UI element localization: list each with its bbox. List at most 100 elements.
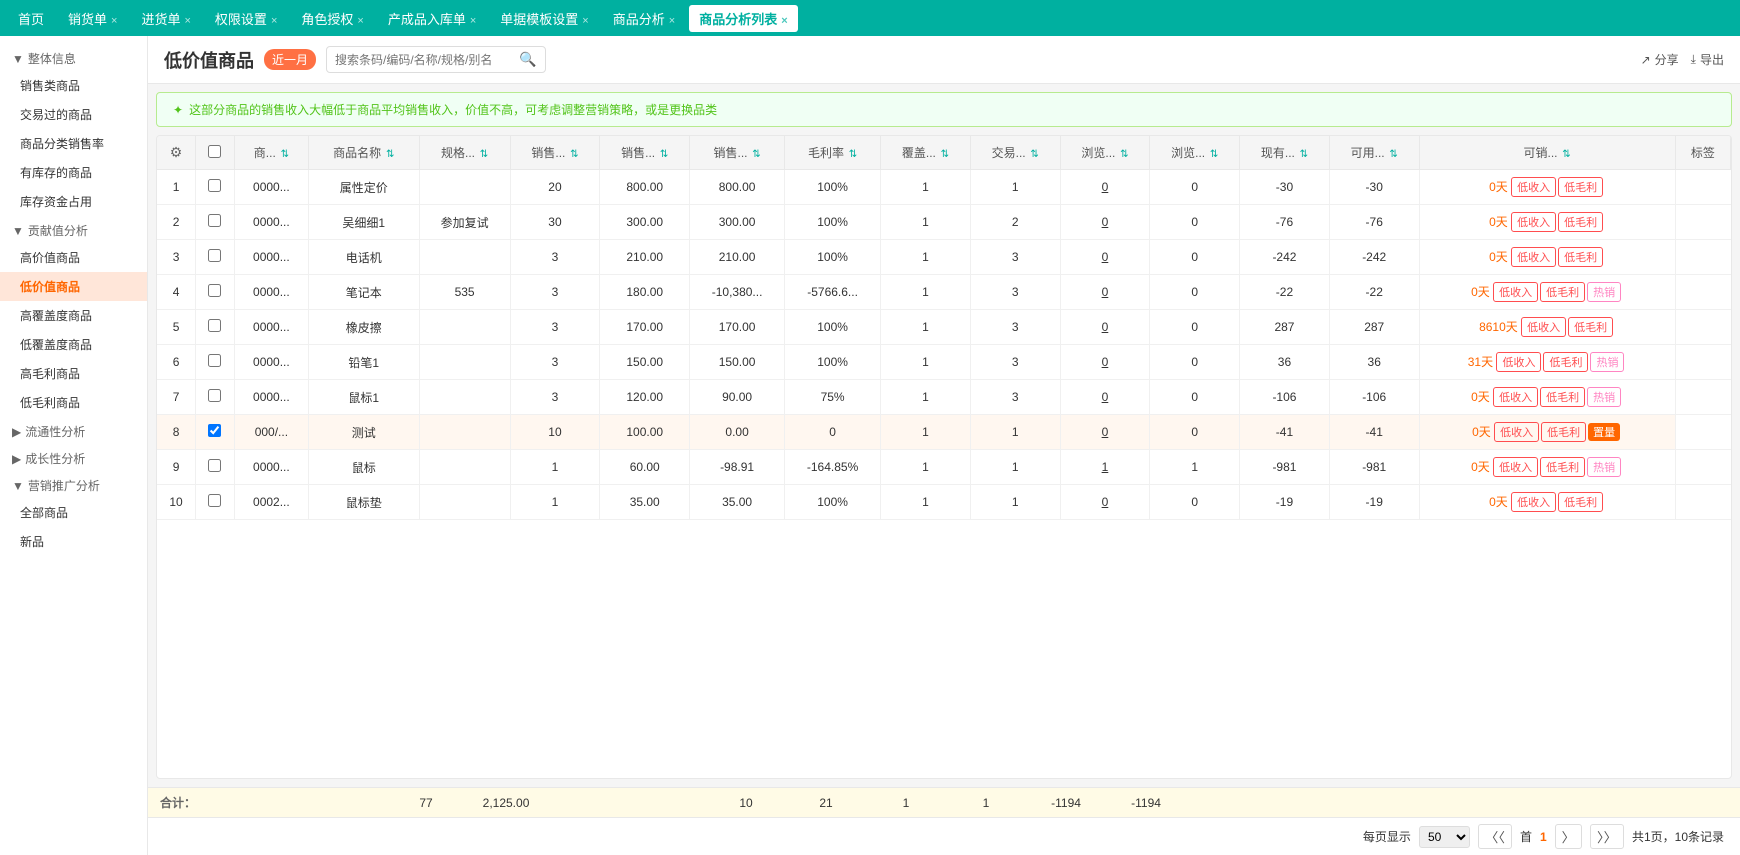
cell-sale-amt: 120.00 [600,380,690,415]
cell-checkbox[interactable] [196,485,235,520]
nav-item-销货单[interactable]: 销货单× [58,5,127,32]
browse-link[interactable]: 0 [1102,215,1109,229]
sidebar-item-销售类商品[interactable]: 销售类商品 [0,71,147,100]
col-header-code[interactable]: 商... ⇅ [234,136,308,170]
sidebar-item-低价值商品[interactable]: 低价值商品 [0,272,147,301]
sidebar-section-流通性分析[interactable]: ▶ 流通性分析 [0,417,147,444]
sidebar-section-营销推广分析[interactable]: ▼ 营销推广分析 [0,471,147,498]
browse-link[interactable]: 0 [1102,425,1109,439]
cell-checkbox[interactable] [196,415,235,450]
search-icon[interactable]: 🔍 [519,51,536,68]
sidebar-item-有库存的商品[interactable]: 有库存的商品 [0,158,147,187]
row-checkbox[interactable] [208,249,221,262]
browse-link[interactable]: 0 [1102,250,1109,264]
browse-link[interactable]: 0 [1102,390,1109,404]
export-button[interactable]: ⤓ 导出 [1691,51,1724,68]
col-header-margin[interactable]: 毛利率 ⇅ [785,136,881,170]
sidebar-item-交易过的商品[interactable]: 交易过的商品 [0,100,147,129]
cell-checkbox[interactable] [196,345,235,380]
col-header-saleable[interactable]: 可销... ⇅ [1419,136,1675,170]
cell-checkbox[interactable] [196,450,235,485]
sidebar-item-低毛利商品[interactable]: 低毛利商品 [0,388,147,417]
browse-link[interactable]: 0 [1102,180,1109,194]
cell-checkbox[interactable] [196,310,235,345]
col-header-current[interactable]: 现有... ⇅ [1240,136,1330,170]
row-checkbox[interactable] [208,459,221,472]
period-badge[interactable]: 近一月 [264,49,316,70]
col-header-available[interactable]: 可用... ⇅ [1329,136,1419,170]
close-icon[interactable]: × [184,15,190,27]
row-checkbox[interactable] [208,214,221,227]
share-button[interactable]: ↗ 分享 [1641,51,1679,68]
current-page: 1 [1540,830,1547,844]
browse-link[interactable]: 1 [1102,460,1109,474]
cell-num: 10 [157,485,196,520]
row-checkbox[interactable] [208,494,221,507]
sidebar-item-低覆盖度商品[interactable]: 低覆盖度商品 [0,330,147,359]
row-checkbox[interactable] [208,179,221,192]
col-header-sale_qty[interactable]: 销售... ⇅ [510,136,600,170]
col-header-browse1[interactable]: 浏览... ⇅ [1060,136,1150,170]
sidebar-item-商品分类销售率[interactable]: 商品分类销售率 [0,129,147,158]
cell-checkbox[interactable] [196,205,235,240]
browse-link[interactable]: 0 [1102,495,1109,509]
nav-item-商品分析列表[interactable]: 商品分析列表× [689,5,797,32]
cell-name: 铅笔1 [308,345,419,380]
col-header-name[interactable]: 商品名称 ⇅ [308,136,419,170]
cell-checkbox[interactable] [196,240,235,275]
last-page-button[interactable]: 〉〉 [1590,824,1624,849]
sidebar-section-整体信息[interactable]: ▼ 整体信息 [0,44,147,71]
col-header-coverage[interactable]: 覆盖... ⇅ [881,136,971,170]
col-header-trade[interactable]: 交易... ⇅ [970,136,1060,170]
row-checkbox[interactable] [208,354,221,367]
close-icon[interactable]: × [271,15,277,27]
close-icon[interactable]: × [111,15,117,27]
cell-checkbox[interactable] [196,170,235,205]
sidebar-item-高价值商品[interactable]: 高价值商品 [0,243,147,272]
col-header-browse2[interactable]: 浏览... ⇅ [1150,136,1240,170]
nav-item-权限设置[interactable]: 权限设置× [205,5,287,32]
cell-checkbox[interactable] [196,380,235,415]
col-header-settings[interactable]: ⚙ [157,136,196,170]
select-all-checkbox[interactable] [208,145,221,158]
browse-link[interactable]: 0 [1102,355,1109,369]
nav-item-商品分析[interactable]: 商品分析× [603,5,685,32]
next-page-button[interactable]: 〉 [1555,824,1582,849]
search-input[interactable] [335,53,515,67]
row-checkbox[interactable] [208,389,221,402]
close-icon[interactable]: × [470,15,476,27]
sidebar-section-成长性分析[interactable]: ▶ 成长性分析 [0,444,147,471]
browse-link[interactable]: 0 [1102,285,1109,299]
sidebar-item-全部商品[interactable]: 全部商品 [0,498,147,527]
nav-item-进货单[interactable]: 进货单× [131,5,200,32]
sidebar-section-贡献值分析[interactable]: ▼ 贡献值分析 [0,216,147,243]
settings-icon[interactable]: ⚙ [170,144,183,160]
row-checkbox[interactable] [208,284,221,297]
sidebar-item-高毛利商品[interactable]: 高毛利商品 [0,359,147,388]
col-header-sale_profit[interactable]: 销售... ⇅ [690,136,785,170]
footer-sale-amt: 2,125.00 [476,796,536,810]
close-icon[interactable]: × [357,15,363,27]
sidebar-item-库存资金占用[interactable]: 库存资金占用 [0,187,147,216]
cell-name: 鼠标垫 [308,485,419,520]
sort-icon-current: ⇅ [1297,149,1308,160]
col-header-spec[interactable]: 规格... ⇅ [419,136,510,170]
nav-item-角色授权[interactable]: 角色授权× [291,5,373,32]
per-page-select[interactable]: 50 100 [1419,826,1470,848]
col-header-sale_amt[interactable]: 销售... ⇅ [600,136,690,170]
nav-item-产成品入库单[interactable]: 产成品入库单× [378,5,486,32]
close-icon[interactable]: × [582,15,588,27]
nav-item-首页[interactable]: 首页 [8,5,54,32]
table-container[interactable]: ⚙商... ⇅商品名称 ⇅规格... ⇅销售... ⇅销售... ⇅销售... … [156,135,1732,779]
first-page-button[interactable]: 〈〈 [1478,824,1512,849]
browse-link[interactable]: 0 [1102,320,1109,334]
sidebar-item-新品[interactable]: 新品 [0,527,147,556]
table-body: 10000...属性定价20800.00800.00100%1100-30-30… [157,170,1731,520]
row-checkbox[interactable] [208,424,221,437]
sidebar-item-高覆盖度商品[interactable]: 高覆盖度商品 [0,301,147,330]
close-icon[interactable]: × [781,15,787,27]
nav-item-单据模板设置[interactable]: 单据模板设置× [490,5,598,32]
cell-checkbox[interactable] [196,275,235,310]
close-icon[interactable]: × [669,15,675,27]
row-checkbox[interactable] [208,319,221,332]
